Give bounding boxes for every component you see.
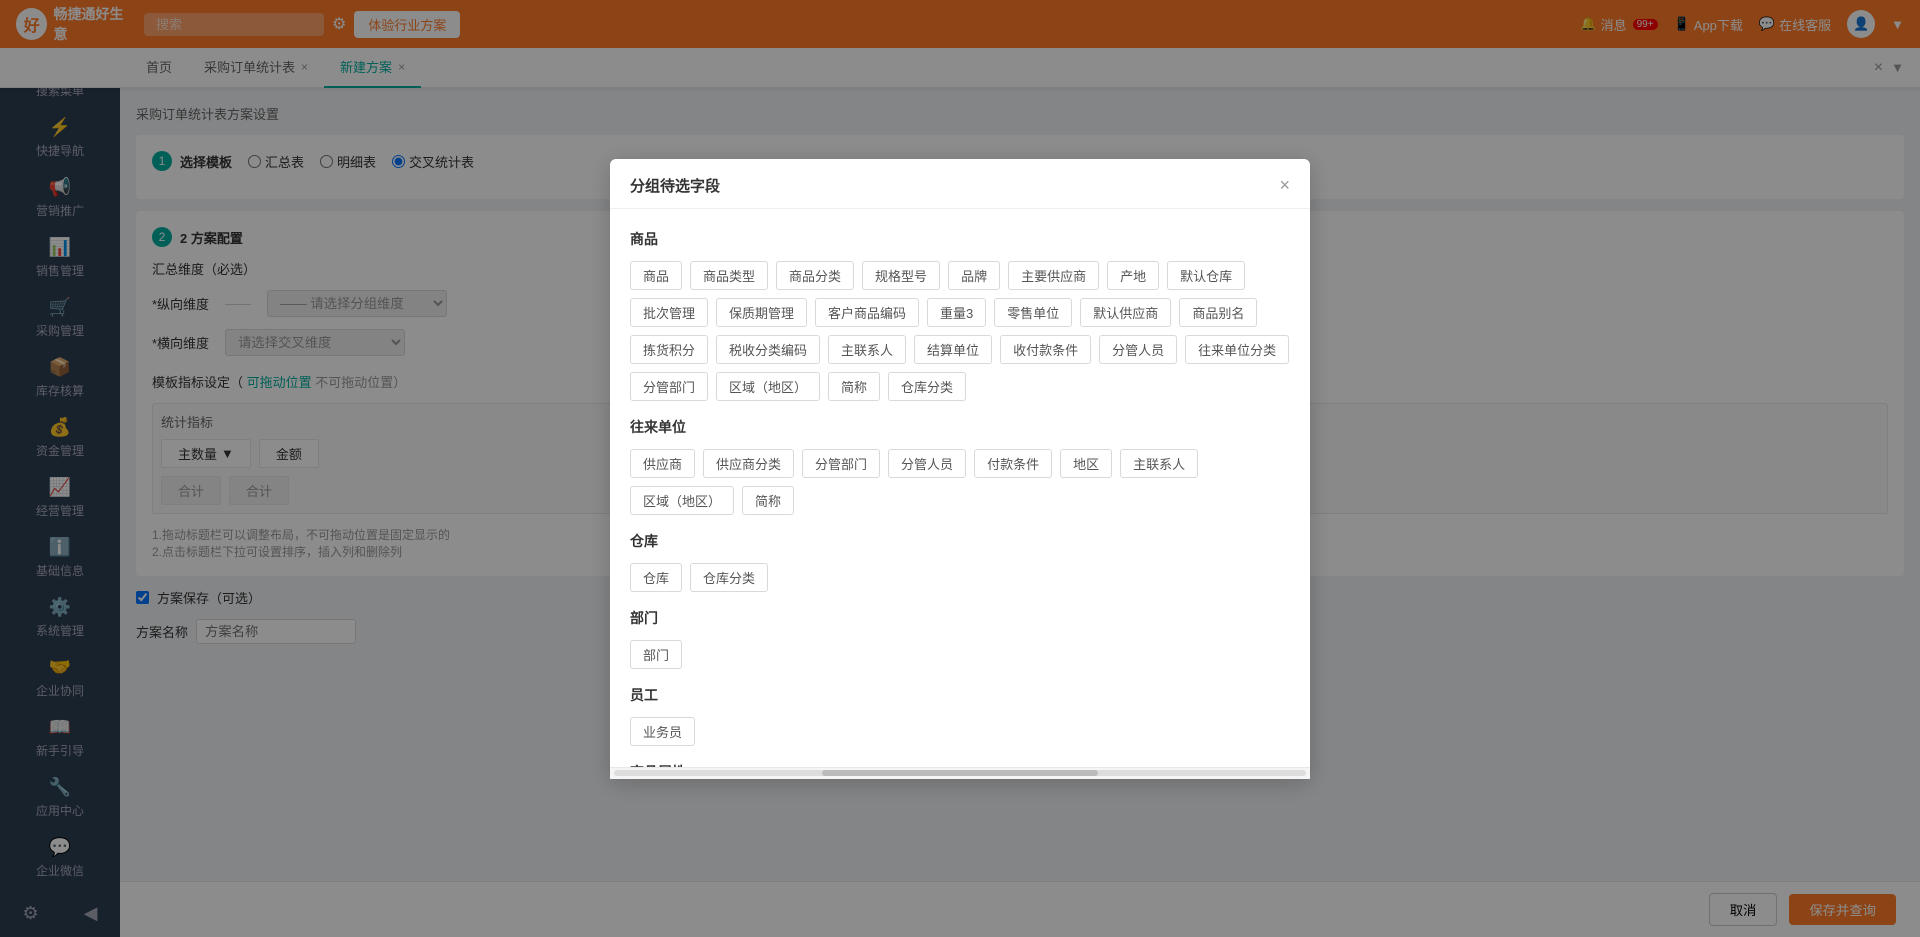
field-chip-1-5[interactable]: 地区 bbox=[1060, 449, 1112, 478]
field-chip-0-19[interactable]: 收付款条件 bbox=[1000, 335, 1091, 364]
field-chip-2-0[interactable]: 仓库 bbox=[630, 563, 682, 592]
field-chip-0-14[interactable]: 商品别名 bbox=[1179, 298, 1257, 327]
field-chip-0-15[interactable]: 拣货积分 bbox=[630, 335, 708, 364]
dialog-title: 分组待选字段 bbox=[630, 175, 720, 196]
dialog-section-grid-4: 业务员 bbox=[630, 717, 1290, 746]
dialog-section-title-0: 商品 bbox=[630, 229, 1290, 249]
field-chip-2-1[interactable]: 仓库分类 bbox=[690, 563, 768, 592]
field-chip-1-3[interactable]: 分管人员 bbox=[888, 449, 966, 478]
field-chip-0-24[interactable]: 简称 bbox=[828, 372, 880, 401]
field-chip-1-1[interactable]: 供应商分类 bbox=[703, 449, 794, 478]
horizontal-scrollbar[interactable] bbox=[614, 770, 1306, 776]
field-chip-0-11[interactable]: 重量3 bbox=[927, 298, 986, 327]
field-chip-0-16[interactable]: 税收分类编码 bbox=[716, 335, 820, 364]
modal-overlay: 分组待选字段 × 商品商品商品类型商品分类规格型号品牌主要供应商产地默认仓库批次… bbox=[0, 0, 1920, 937]
field-chip-1-2[interactable]: 分管部门 bbox=[802, 449, 880, 478]
field-chip-0-0[interactable]: 商品 bbox=[630, 261, 682, 290]
dialog-section-title-3: 部门 bbox=[630, 608, 1290, 628]
field-chip-0-7[interactable]: 默认仓库 bbox=[1167, 261, 1245, 290]
dialog-section-grid-0: 商品商品类型商品分类规格型号品牌主要供应商产地默认仓库批次管理保质期管理客户商品… bbox=[630, 261, 1290, 401]
field-chip-0-10[interactable]: 客户商品编码 bbox=[815, 298, 919, 327]
field-chip-0-21[interactable]: 往来单位分类 bbox=[1185, 335, 1289, 364]
dialog-section-title-4: 员工 bbox=[630, 685, 1290, 705]
dialog-scrollbar-bottom bbox=[610, 767, 1310, 779]
dialog-section-grid-1: 供应商供应商分类分管部门分管人员付款条件地区主联系人区域（地区） 简称 bbox=[630, 449, 1290, 515]
field-chip-3-0[interactable]: 部门 bbox=[630, 640, 682, 669]
field-chip-0-5[interactable]: 主要供应商 bbox=[1008, 261, 1099, 290]
field-chip-1-7[interactable]: 区域（地区） bbox=[630, 486, 734, 515]
field-chip-1-8[interactable]: 简称 bbox=[742, 486, 794, 515]
dialog-close-btn[interactable]: × bbox=[1279, 175, 1290, 196]
field-chip-0-3[interactable]: 规格型号 bbox=[862, 261, 940, 290]
field-chip-0-18[interactable]: 结算单位 bbox=[914, 335, 992, 364]
field-chip-0-22[interactable]: 分管部门 bbox=[630, 372, 708, 401]
field-chip-1-4[interactable]: 付款条件 bbox=[974, 449, 1052, 478]
field-chip-0-23[interactable]: 区域（地区） bbox=[716, 372, 820, 401]
field-chip-0-17[interactable]: 主联系人 bbox=[828, 335, 906, 364]
field-chip-0-8[interactable]: 批次管理 bbox=[630, 298, 708, 327]
field-chip-0-2[interactable]: 商品分类 bbox=[776, 261, 854, 290]
dialog-section-title-1: 往来单位 bbox=[630, 417, 1290, 437]
field-chip-1-0[interactable]: 供应商 bbox=[630, 449, 695, 478]
dialog-section-grid-3: 部门 bbox=[630, 640, 1290, 669]
field-chip-0-6[interactable]: 产地 bbox=[1107, 261, 1159, 290]
field-chip-0-20[interactable]: 分管人员 bbox=[1099, 335, 1177, 364]
field-chip-0-4[interactable]: 品牌 bbox=[948, 261, 1000, 290]
scrollbar-thumb bbox=[822, 770, 1099, 776]
dialog-section-title-2: 仓库 bbox=[630, 531, 1290, 551]
field-chip-0-1[interactable]: 商品类型 bbox=[690, 261, 768, 290]
field-chip-1-6[interactable]: 主联系人 bbox=[1120, 449, 1198, 478]
dialog-body: 商品商品商品类型商品分类规格型号品牌主要供应商产地默认仓库批次管理保质期管理客户… bbox=[610, 209, 1310, 767]
dialog-section-grid-2: 仓库仓库分类 bbox=[630, 563, 1290, 592]
field-chip-0-12[interactable]: 零售单位 bbox=[994, 298, 1072, 327]
dialog-header: 分组待选字段 × bbox=[610, 159, 1310, 209]
field-chip-4-0[interactable]: 业务员 bbox=[630, 717, 695, 746]
dialog: 分组待选字段 × 商品商品商品类型商品分类规格型号品牌主要供应商产地默认仓库批次… bbox=[610, 159, 1310, 779]
field-chip-0-13[interactable]: 默认供应商 bbox=[1080, 298, 1171, 327]
field-chip-0-25[interactable]: 仓库分类 bbox=[888, 372, 966, 401]
field-chip-0-9[interactable]: 保质期管理 bbox=[716, 298, 807, 327]
